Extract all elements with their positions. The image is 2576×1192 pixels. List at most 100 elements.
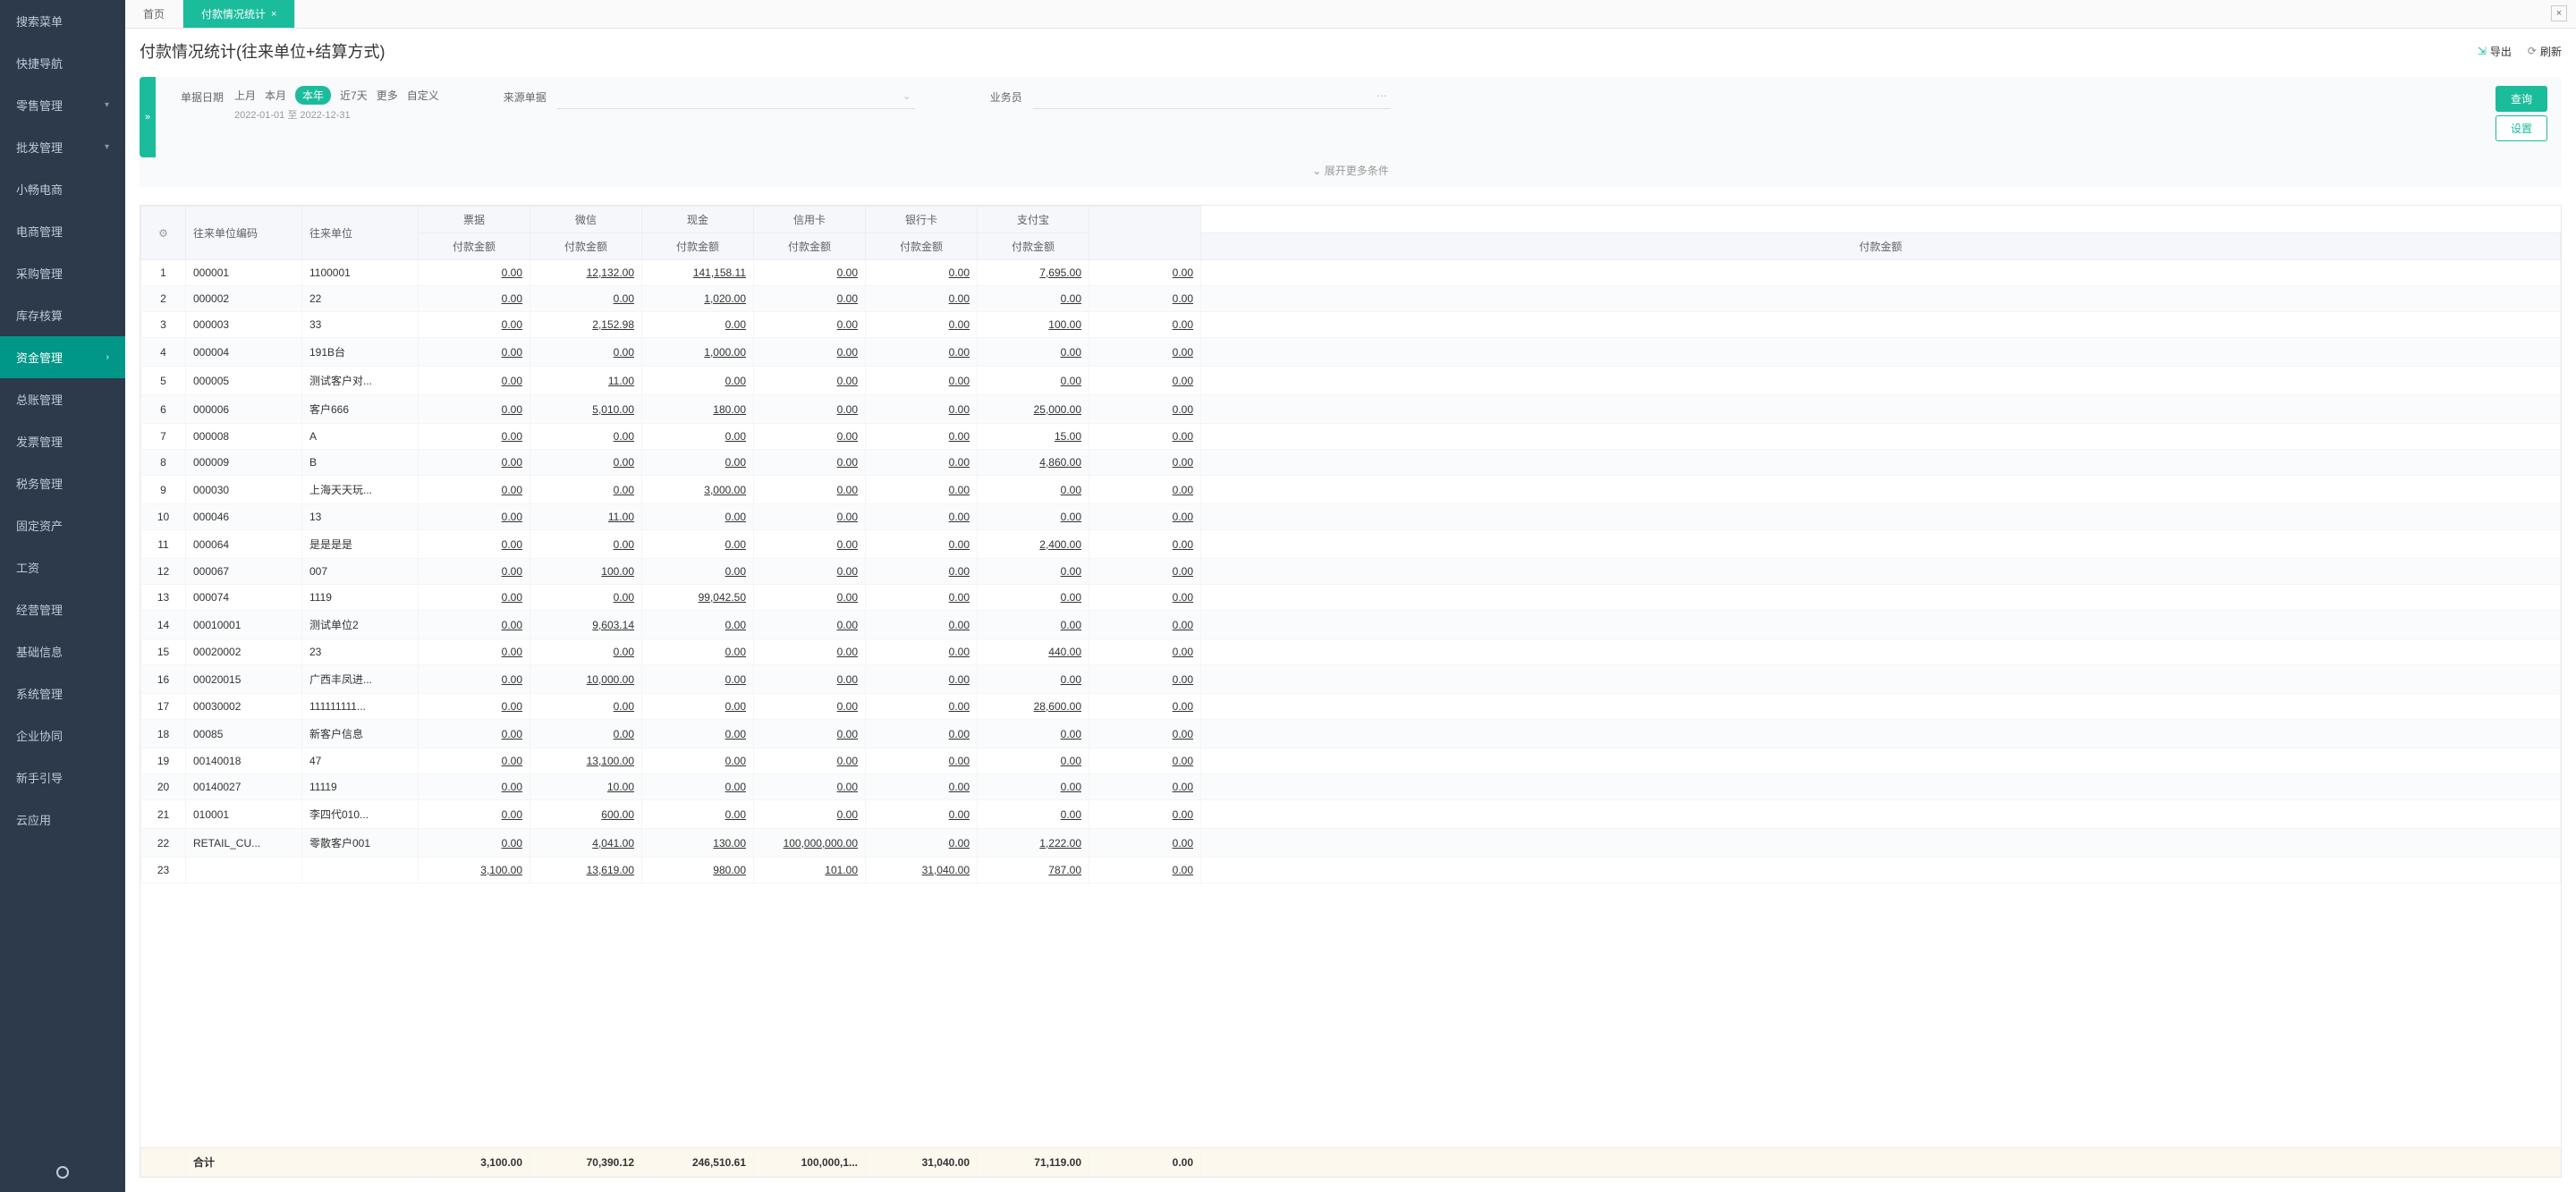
- amount-link[interactable]: 0.00: [725, 700, 746, 713]
- row-amount-0[interactable]: 0.00: [419, 720, 530, 748]
- row-amount-6[interactable]: 0.00: [1089, 450, 1201, 476]
- amount-link[interactable]: 0.00: [1173, 484, 1193, 496]
- amount-link[interactable]: 0.00: [725, 808, 746, 821]
- row-amount-4[interactable]: 0.00: [866, 585, 978, 611]
- row-amount-5[interactable]: 2,400.00: [978, 530, 1089, 559]
- amount-link[interactable]: 0.00: [502, 403, 522, 416]
- row-amount-6[interactable]: 0.00: [1089, 530, 1201, 559]
- amount-link[interactable]: 0.00: [502, 346, 522, 359]
- amount-link[interactable]: 0.00: [725, 781, 746, 793]
- row-amount-2[interactable]: 0.00: [642, 748, 754, 774]
- row-amount-5[interactable]: 0.00: [978, 665, 1089, 694]
- row-amount-1[interactable]: 0.00: [530, 639, 642, 665]
- amount-link[interactable]: 0.00: [1173, 292, 1193, 305]
- amount-link[interactable]: 0.00: [1173, 511, 1193, 523]
- row-amount-4[interactable]: 0.00: [866, 476, 978, 504]
- amount-link[interactable]: 0.00: [949, 700, 970, 713]
- row-amount-5[interactable]: 0.00: [978, 585, 1089, 611]
- sidebar-settings[interactable]: [0, 1155, 125, 1192]
- row-amount-2[interactable]: 0.00: [642, 665, 754, 694]
- amount-link[interactable]: 0.00: [837, 808, 858, 821]
- row-amount-1[interactable]: 4,041.00: [530, 829, 642, 858]
- row-amount-6[interactable]: 0.00: [1089, 720, 1201, 748]
- table-row[interactable]: 9000030上海天天玩...0.000.003,000.000.000.000…: [141, 476, 2561, 504]
- amount-link[interactable]: 0.00: [949, 403, 970, 416]
- row-amount-1[interactable]: 0.00: [530, 530, 642, 559]
- amount-link[interactable]: 0.00: [614, 646, 634, 658]
- amount-link[interactable]: 0.00: [1173, 375, 1193, 387]
- row-amount-3[interactable]: 0.00: [754, 338, 866, 367]
- row-amount-3[interactable]: 0.00: [754, 748, 866, 774]
- date-option-0[interactable]: 上月: [234, 88, 256, 103]
- row-amount-1[interactable]: 2,152.98: [530, 312, 642, 338]
- amount-link[interactable]: 100.00: [1048, 318, 1081, 331]
- amount-link[interactable]: 0.00: [725, 646, 746, 658]
- amount-link[interactable]: 0.00: [949, 266, 970, 279]
- row-amount-4[interactable]: 0.00: [866, 694, 978, 720]
- row-amount-5[interactable]: 0.00: [978, 286, 1089, 312]
- sidebar-item-19[interactable]: 云应用: [0, 799, 125, 841]
- date-option-2[interactable]: 本年: [295, 86, 331, 105]
- amount-link[interactable]: 10.00: [607, 781, 634, 793]
- row-amount-4[interactable]: 31,040.00: [866, 858, 978, 883]
- amount-link[interactable]: 0.00: [949, 430, 970, 443]
- amount-link[interactable]: 31,040.00: [922, 864, 970, 876]
- amount-link[interactable]: 1,020.00: [704, 292, 746, 305]
- row-amount-1[interactable]: 13,100.00: [530, 748, 642, 774]
- amount-link[interactable]: 0.00: [614, 728, 634, 740]
- row-amount-6[interactable]: 0.00: [1089, 585, 1201, 611]
- amount-link[interactable]: 0.00: [1061, 808, 1081, 821]
- row-amount-2[interactable]: 3,000.00: [642, 476, 754, 504]
- amount-link[interactable]: 0.00: [1061, 755, 1081, 767]
- row-amount-5[interactable]: 0.00: [978, 720, 1089, 748]
- amount-link[interactable]: 980.00: [713, 864, 746, 876]
- row-amount-6[interactable]: 0.00: [1089, 800, 1201, 829]
- row-amount-5[interactable]: 0.00: [978, 367, 1089, 395]
- amount-link[interactable]: 0.00: [502, 646, 522, 658]
- row-amount-2[interactable]: 99,042.50: [642, 585, 754, 611]
- row-amount-5[interactable]: 7,695.00: [978, 260, 1089, 286]
- row-amount-4[interactable]: 0.00: [866, 338, 978, 367]
- amount-link[interactable]: 0.00: [1061, 346, 1081, 359]
- row-amount-3[interactable]: 0.00: [754, 530, 866, 559]
- amount-link[interactable]: 0.00: [837, 728, 858, 740]
- amount-link[interactable]: 0.00: [502, 728, 522, 740]
- row-amount-5[interactable]: 0.00: [978, 611, 1089, 639]
- amount-link[interactable]: 25,000.00: [1034, 403, 1081, 416]
- amount-link[interactable]: 0.00: [1173, 864, 1193, 876]
- amount-link[interactable]: 0.00: [725, 375, 746, 387]
- amount-link[interactable]: 0.00: [502, 266, 522, 279]
- sidebar-item-15[interactable]: 基础信息: [0, 630, 125, 672]
- amount-link[interactable]: 0.00: [837, 591, 858, 604]
- row-amount-5[interactable]: 0.00: [978, 338, 1089, 367]
- sidebar-item-2[interactable]: 零售管理▾: [0, 84, 125, 126]
- table-row[interactable]: 1400010001测试单位20.009,603.140.000.000.000…: [141, 611, 2561, 639]
- table-row[interactable]: 100000111000010.0012,132.00141,158.110.0…: [141, 260, 2561, 286]
- row-amount-2[interactable]: 0.00: [642, 367, 754, 395]
- row-amount-1[interactable]: 0.00: [530, 720, 642, 748]
- row-amount-5[interactable]: 0.00: [978, 774, 1089, 800]
- row-amount-6[interactable]: 0.00: [1089, 611, 1201, 639]
- row-amount-0[interactable]: 0.00: [419, 338, 530, 367]
- amount-link[interactable]: 0.00: [502, 755, 522, 767]
- amount-link[interactable]: 0.00: [1173, 837, 1193, 850]
- amount-link[interactable]: 0.00: [1173, 456, 1193, 469]
- amount-link[interactable]: 0.00: [1173, 403, 1193, 416]
- row-amount-2[interactable]: 0.00: [642, 611, 754, 639]
- table-row[interactable]: 6000006客户6660.005,010.00180.000.000.0025…: [141, 395, 2561, 424]
- row-amount-6[interactable]: 0.00: [1089, 559, 1201, 585]
- amount-link[interactable]: 180.00: [713, 403, 746, 416]
- row-amount-4[interactable]: 0.00: [866, 559, 978, 585]
- tab-1[interactable]: 付款情况统计×: [183, 0, 295, 28]
- table-row[interactable]: 1500020002230.000.000.000.000.00440.000.…: [141, 639, 2561, 665]
- amount-link[interactable]: 3,100.00: [480, 864, 522, 876]
- amount-link[interactable]: 130.00: [713, 837, 746, 850]
- row-amount-2[interactable]: 0.00: [642, 424, 754, 450]
- row-amount-6[interactable]: 0.00: [1089, 312, 1201, 338]
- table-row[interactable]: 8000009B0.000.000.000.000.004,860.000.00: [141, 450, 2561, 476]
- row-amount-2[interactable]: 980.00: [642, 858, 754, 883]
- sidebar-item-17[interactable]: 企业协同: [0, 714, 125, 757]
- salesperson-input[interactable]: [1033, 86, 1391, 109]
- amount-link[interactable]: 0.00: [837, 619, 858, 631]
- row-amount-2[interactable]: 0.00: [642, 800, 754, 829]
